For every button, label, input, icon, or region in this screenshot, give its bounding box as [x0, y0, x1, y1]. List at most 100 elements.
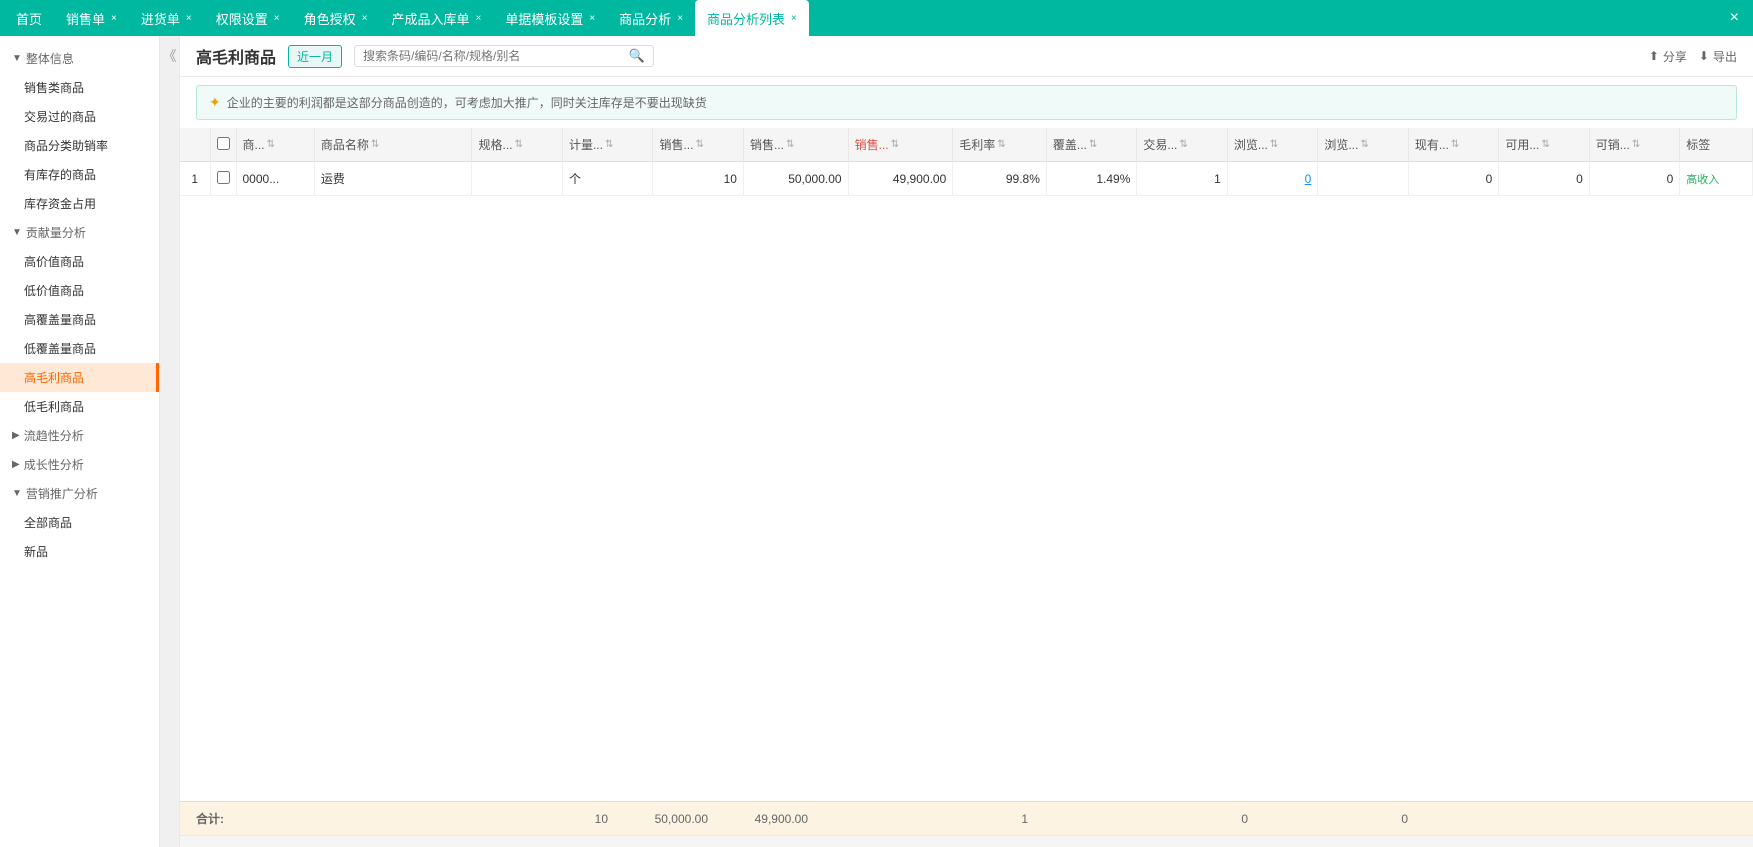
page-title: 高毛利商品	[196, 44, 276, 68]
sort-icon-unit: ⇅	[605, 139, 613, 150]
sidebar-item-new-goods[interactable]: 新品	[0, 537, 159, 566]
sidebar-group-marketing[interactable]: ▼ 营销推广分析	[0, 479, 159, 508]
nav-home[interactable]: 首页	[4, 0, 54, 36]
sidebar-item-low-value[interactable]: 低价值商品	[0, 276, 159, 305]
sidebar-group-overall[interactable]: ▼ 整体信息	[0, 44, 159, 73]
cell-amount: 50,000.00	[743, 162, 848, 196]
sort-icon-code: ⇅	[267, 139, 275, 150]
export-icon: ⬇	[1699, 49, 1709, 63]
sort-icon-s2: ⇅	[1541, 139, 1549, 150]
nav-template[interactable]: 单据模板设置 ×	[493, 0, 607, 36]
sidebar-group-growth[interactable]: ▶ 成长性分析	[0, 450, 159, 479]
sort-icon-sell: ⇅	[1632, 139, 1640, 150]
col-index	[180, 128, 210, 162]
row-checkbox[interactable]	[217, 171, 230, 184]
sidebar-item-high-margin[interactable]: 高毛利商品	[0, 363, 159, 392]
nav-inventory-close[interactable]: ×	[475, 13, 481, 24]
sort-icon-trade: ⇅	[1179, 139, 1187, 150]
nav-permissions-close[interactable]: ×	[274, 13, 280, 24]
col-browse1[interactable]: 浏览... ⇅	[1227, 128, 1317, 162]
window-close-btn[interactable]: ×	[1720, 9, 1749, 27]
content-header: 高毛利商品 近一月 🔍 ⬆ 分享 ⬇ 导出	[180, 36, 1753, 77]
cell-stock2: 0	[1499, 162, 1589, 196]
nav-sales[interactable]: 销售单 ×	[54, 0, 129, 36]
info-banner: ✦ 企业的主要的利润都是这部分商品创造的，可考虑加大推广，同时关注库存是不要出现…	[196, 85, 1737, 120]
cell-tag: 高收入	[1680, 162, 1753, 196]
cell-trade: 1	[1137, 162, 1227, 196]
search-input[interactable]	[363, 49, 625, 63]
header-actions: ⬆ 分享 ⬇ 导出	[1649, 48, 1737, 65]
nav-purchase[interactable]: 进货单 ×	[129, 0, 204, 36]
nav-analysis[interactable]: 商品分析 ×	[607, 0, 695, 36]
cell-stock1: 0	[1408, 162, 1498, 196]
select-all-checkbox[interactable]	[217, 137, 230, 150]
sidebar-item-high-coverage[interactable]: 高覆盖量商品	[0, 305, 159, 334]
cell-browse1[interactable]: 0	[1227, 162, 1317, 196]
sidebar-item-low-margin[interactable]: 低毛利商品	[0, 392, 159, 421]
cell-qty: 10	[653, 162, 743, 196]
nav-roles-close[interactable]: ×	[362, 13, 368, 24]
nav-inventory[interactable]: 产成品入库单 ×	[379, 0, 493, 36]
cell-name: 运费	[314, 162, 472, 196]
nav-roles[interactable]: 角色授权 ×	[292, 0, 380, 36]
col-sales-qty[interactable]: 销售... ⇅	[653, 128, 743, 162]
nav-template-close[interactable]: ×	[589, 13, 595, 24]
footer-amount: 50,000.00	[614, 812, 714, 826]
sort-icon-s1: ⇅	[1451, 139, 1459, 150]
arrow-icon-3: ▶	[12, 430, 20, 441]
col-spec[interactable]: 规格... ⇅	[472, 128, 562, 162]
sort-icon-gross: ⇅	[997, 139, 1005, 150]
nav-analysis-list[interactable]: 商品分析列表 ×	[695, 0, 809, 36]
sidebar-item-category-rate[interactable]: 商品分类助销率	[0, 131, 159, 160]
cell-spec	[472, 162, 562, 196]
sidebar: ▼ 整体信息 销售类商品 交易过的商品 商品分类助销率 有库存的商品 库存资金占…	[0, 36, 160, 847]
filter-recent-month-btn[interactable]: 近一月	[288, 45, 342, 68]
tag-label: 高收入	[1686, 174, 1719, 186]
col-sales-amount[interactable]: 销售... ⇅	[743, 128, 848, 162]
sort-icon-spec: ⇅	[515, 139, 523, 150]
cell-browse2	[1318, 162, 1408, 196]
cell-sellable: 0	[1589, 162, 1679, 196]
sidebar-item-low-coverage[interactable]: 低覆盖量商品	[0, 334, 159, 363]
cell-coverage: 1.49%	[1046, 162, 1136, 196]
footer-stock1: 0	[1154, 812, 1254, 826]
col-gross-rate[interactable]: 毛利率 ⇅	[953, 128, 1047, 162]
share-btn[interactable]: ⬆ 分享	[1649, 48, 1687, 65]
data-table: 商... ⇅ 商品名称 ⇅	[180, 128, 1753, 196]
cell-unit: 个	[562, 162, 652, 196]
cell-gross-rate: 99.8%	[953, 162, 1047, 196]
cell-code: 0000...	[236, 162, 314, 196]
col-trade[interactable]: 交易... ⇅	[1137, 128, 1227, 162]
sidebar-group-contribution[interactable]: ▼ 贡献量分析	[0, 218, 159, 247]
sidebar-item-traded-goods[interactable]: 交易过的商品	[0, 102, 159, 131]
sidebar-item-sales-goods[interactable]: 销售类商品	[0, 73, 159, 102]
col-browse2[interactable]: 浏览... ⇅	[1318, 128, 1408, 162]
export-btn[interactable]: ⬇ 导出	[1699, 48, 1737, 65]
sort-icon-b1: ⇅	[1270, 139, 1278, 150]
col-stock2[interactable]: 可用... ⇅	[1499, 128, 1589, 162]
sidebar-item-in-stock[interactable]: 有库存的商品	[0, 160, 159, 189]
footer-trade: 1	[934, 812, 1034, 826]
sidebar-collapse-btn[interactable]: 《	[160, 36, 180, 847]
horizontal-scrollbar[interactable]	[180, 835, 1753, 847]
col-coverage[interactable]: 覆盖... ⇅	[1046, 128, 1136, 162]
nav-permissions[interactable]: 权限设置 ×	[204, 0, 292, 36]
nav-sales-close[interactable]: ×	[111, 13, 117, 24]
sidebar-group-trend[interactable]: ▶ 流趋性分析	[0, 421, 159, 450]
sort-icon-amount: ⇅	[786, 139, 794, 150]
nav-analysis-list-close[interactable]: ×	[791, 13, 797, 24]
col-unit[interactable]: 计量... ⇅	[562, 128, 652, 162]
nav-analysis-close[interactable]: ×	[677, 13, 683, 24]
col-sellable[interactable]: 可销... ⇅	[1589, 128, 1679, 162]
sidebar-item-high-value[interactable]: 高价值商品	[0, 247, 159, 276]
col-name[interactable]: 商品名称 ⇅	[314, 128, 472, 162]
table-wrapper[interactable]: 商... ⇅ 商品名称 ⇅	[180, 128, 1753, 801]
search-icon[interactable]: 🔍	[629, 48, 645, 64]
col-tag[interactable]: 标签	[1680, 128, 1753, 162]
sidebar-item-all-goods[interactable]: 全部商品	[0, 508, 159, 537]
col-sales-cost[interactable]: 销售... ⇅	[848, 128, 953, 162]
sidebar-item-stock-capital[interactable]: 库存资金占用	[0, 189, 159, 218]
col-code[interactable]: 商... ⇅	[236, 128, 314, 162]
nav-purchase-close[interactable]: ×	[186, 13, 192, 24]
col-stock1[interactable]: 现有... ⇅	[1408, 128, 1498, 162]
